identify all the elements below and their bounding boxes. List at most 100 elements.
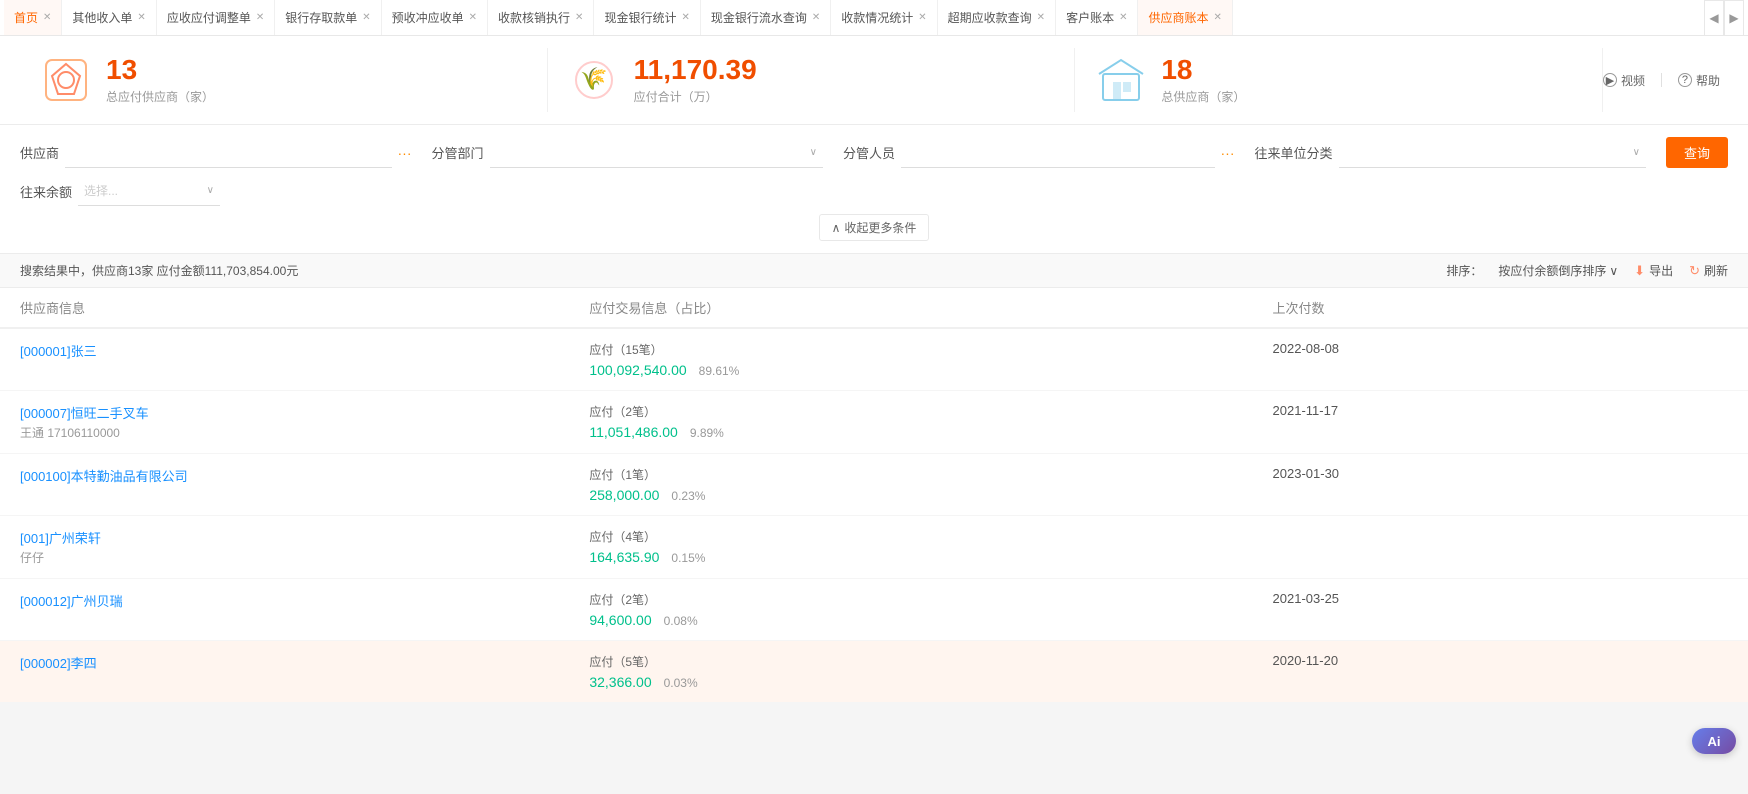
- trans-amount[interactable]: 164,635.90: [589, 549, 659, 565]
- video-link[interactable]: ▶ 视频: [1603, 72, 1645, 89]
- total-suppliers-label: 总供应商（家）: [1161, 88, 1245, 105]
- query-button[interactable]: 查询: [1666, 137, 1728, 168]
- last-pay-date: 2020-11-20: [1273, 653, 1339, 668]
- ap-amount-label: 应付合计（万）: [634, 88, 757, 105]
- close-tab-overdue-ap[interactable]: ✕: [1037, 12, 1045, 23]
- trans-label: 应付（15笔）: [589, 341, 1272, 358]
- trans-percent: 9.89%: [690, 426, 724, 440]
- stat-block-ap-amount: 🌾 11,170.39 应付合计（万）: [548, 48, 1076, 112]
- transaction-cell: 应付（5笔） 32,366.00 0.03%: [589, 653, 1272, 690]
- supplier-cell: [000007]恒旺二手叉车 王通 17106110000: [20, 403, 589, 441]
- close-tab-other-income[interactable]: ✕: [137, 12, 145, 23]
- supplier-cell: [000002]李四: [20, 653, 589, 672]
- col-header-last-pay: 上次付数: [1273, 298, 1728, 317]
- nav-tab-other-income[interactable]: 其他收入单 ✕: [62, 0, 156, 36]
- close-tab-collection-verify[interactable]: ✕: [575, 12, 583, 23]
- supplier-link-bente[interactable]: [000100]本特勤油品有限公司: [20, 469, 188, 484]
- balance-filter-select[interactable]: 选择... ∨: [78, 176, 220, 206]
- trans-amount[interactable]: 32,366.00: [589, 674, 651, 690]
- supplier-link-beirui[interactable]: [000012]广州贝瑞: [20, 594, 123, 609]
- trans-amount[interactable]: 100,092,540.00: [589, 362, 686, 378]
- nav-prev-arrow[interactable]: ◀: [1704, 0, 1724, 36]
- ai-badge[interactable]: Ai: [1692, 728, 1736, 754]
- nav-tab-collection-verify[interactable]: 收款核销执行 ✕: [488, 0, 594, 36]
- trans-label: 应付（2笔）: [589, 403, 1272, 420]
- nav-tab-collection-stats[interactable]: 收款情况统计 ✕: [831, 0, 937, 36]
- supplier-link-hengwang[interactable]: [000007]恒旺二手叉车: [20, 406, 149, 421]
- trans-percent: 0.03%: [664, 676, 698, 690]
- close-tab-customer-account[interactable]: ✕: [1119, 12, 1127, 23]
- department-chevron-icon: ∨: [810, 147, 817, 158]
- trans-label: 应付（2笔）: [589, 591, 1272, 608]
- person-ellipsis-btn[interactable]: ···: [1221, 145, 1235, 161]
- close-tab-ap-adjust[interactable]: ✕: [256, 12, 264, 23]
- top-navigation: 首页 ✕ 其他收入单 ✕ 应收应付调整单 ✕ 银行存取款单 ✕ 预收冲应收单 ✕…: [0, 0, 1748, 36]
- person-filter-input[interactable]: [901, 138, 1214, 168]
- nav-tab-cash-bank-stats[interactable]: 现金银行统计 ✕: [594, 0, 700, 36]
- trans-amount[interactable]: 94,600.00: [589, 612, 651, 628]
- nav-tab-ap-adjust[interactable]: 应收应付调整单 ✕: [157, 0, 275, 36]
- close-tab-cash-bank-stats[interactable]: ✕: [681, 12, 689, 23]
- person-filter-label: 分管人员: [843, 143, 895, 162]
- last-pay-date: 2021-03-25: [1273, 591, 1340, 606]
- help-link[interactable]: ? 帮助: [1678, 72, 1720, 89]
- close-tab-cash-bank-flow[interactable]: ✕: [812, 12, 820, 23]
- collapse-button[interactable]: ∧ 收起更多条件: [819, 214, 930, 241]
- trans-amount[interactable]: 11,051,486.00: [589, 424, 678, 440]
- wheat-icon: 🌾: [568, 54, 620, 106]
- last-pay-cell: 2023-01-30: [1273, 466, 1728, 481]
- trans-amount[interactable]: 258,000.00: [589, 487, 659, 503]
- refresh-button[interactable]: ↻ 刷新: [1689, 262, 1728, 279]
- transaction-cell: 应付（15笔） 100,092,540.00 89.61%: [589, 341, 1272, 378]
- result-summary: 搜索结果中，供应商13家 应付金额111,703,854.00元: [20, 262, 298, 279]
- export-button[interactable]: ⬇ 导出: [1634, 262, 1673, 279]
- last-pay-cell: 2020-11-20: [1273, 653, 1728, 668]
- category-filter-label: 往来单位分类: [1255, 143, 1333, 162]
- close-tab-home[interactable]: ✕: [43, 12, 51, 23]
- supplier-link-zhang3[interactable]: [000001]张三: [20, 344, 97, 359]
- nav-tab-customer-account[interactable]: 客户账本 ✕: [1056, 0, 1138, 36]
- filter-bar: 供应商 ··· 分管部门 ∨ 分管人员 ··· 往来单位分类 ∨ 查询 往来: [0, 125, 1748, 254]
- nav-tab-cash-bank-flow[interactable]: 现金银行流水查询 ✕: [701, 0, 831, 36]
- nav-tab-advance-write-off[interactable]: 预收冲应收单 ✕: [382, 0, 488, 36]
- stat-info-ap-amount: 11,170.39 应付合计（万）: [634, 55, 757, 105]
- supplier-ellipsis-btn[interactable]: ···: [398, 145, 412, 161]
- supplier-cell: [001]广州荣轩 仔仔: [20, 528, 589, 566]
- close-tab-collection-stats[interactable]: ✕: [918, 12, 926, 23]
- sort-label: 排序：: [1446, 262, 1482, 279]
- stat-info-ap-suppliers: 13 总应付供应商（家）: [106, 55, 214, 105]
- table-row: [000012]广州贝瑞 应付（2笔） 94,600.00 0.08% 2021…: [0, 579, 1748, 641]
- department-filter-label: 分管部门: [432, 143, 484, 162]
- transaction-cell: 应付（4笔） 164,635.90 0.15%: [589, 528, 1272, 565]
- sort-select[interactable]: 按应付余额倒序排序 ∨: [1498, 262, 1618, 279]
- filter-category: 往来单位分类 ∨: [1255, 138, 1647, 168]
- trans-label: 应付（5笔）: [589, 653, 1272, 670]
- table-header: 供应商信息 应付交易信息（占比） 上次付数: [0, 288, 1748, 329]
- nav-tab-supplier-account[interactable]: 供应商账本 ✕: [1138, 0, 1232, 36]
- supplier-link-li4[interactable]: [000002]李四: [20, 656, 97, 671]
- help-links: ▶ 视频 ? 帮助: [1603, 72, 1728, 89]
- data-table: 供应商信息 应付交易信息（占比） 上次付数 [000001]张三 应付（15笔）…: [0, 288, 1748, 703]
- close-tab-advance-write-off[interactable]: ✕: [469, 12, 477, 23]
- nav-tab-overdue-ap[interactable]: 超期应收款查询 ✕: [938, 0, 1056, 36]
- close-tab-supplier-account[interactable]: ✕: [1213, 12, 1221, 23]
- trans-info: 100,092,540.00 89.61%: [589, 358, 1272, 378]
- supplier-link-rongxuan[interactable]: [001]广州荣轩: [20, 531, 101, 546]
- trans-info: 94,600.00 0.08%: [589, 608, 1272, 628]
- category-filter-select[interactable]: ∨: [1339, 138, 1646, 168]
- department-filter-select[interactable]: ∨: [490, 138, 823, 168]
- table-row: [000002]李四 应付（5笔） 32,366.00 0.03% 2020-1…: [0, 641, 1748, 703]
- close-tab-bank-deposit[interactable]: ✕: [362, 12, 370, 23]
- table-row: [001]广州荣轩 仔仔 应付（4笔） 164,635.90 0.15%: [0, 516, 1748, 579]
- balance-filter-label: 往来余额: [20, 182, 72, 201]
- transaction-cell: 应付（2笔） 94,600.00 0.08%: [589, 591, 1272, 628]
- nav-tab-home[interactable]: 首页 ✕: [4, 0, 62, 36]
- nav-next-arrow[interactable]: ▶: [1724, 0, 1744, 36]
- supplier-filter-input[interactable]: [65, 138, 391, 168]
- trans-info: 32,366.00 0.03%: [589, 670, 1272, 690]
- nav-tab-bank-deposit[interactable]: 银行存取款单 ✕: [275, 0, 381, 36]
- filter-balance: 往来余额 选择... ∨: [20, 176, 220, 206]
- total-suppliers-number: 18: [1161, 55, 1245, 86]
- last-pay-cell: 2021-11-17: [1273, 403, 1728, 418]
- supplier-sub: 仔仔: [20, 549, 589, 566]
